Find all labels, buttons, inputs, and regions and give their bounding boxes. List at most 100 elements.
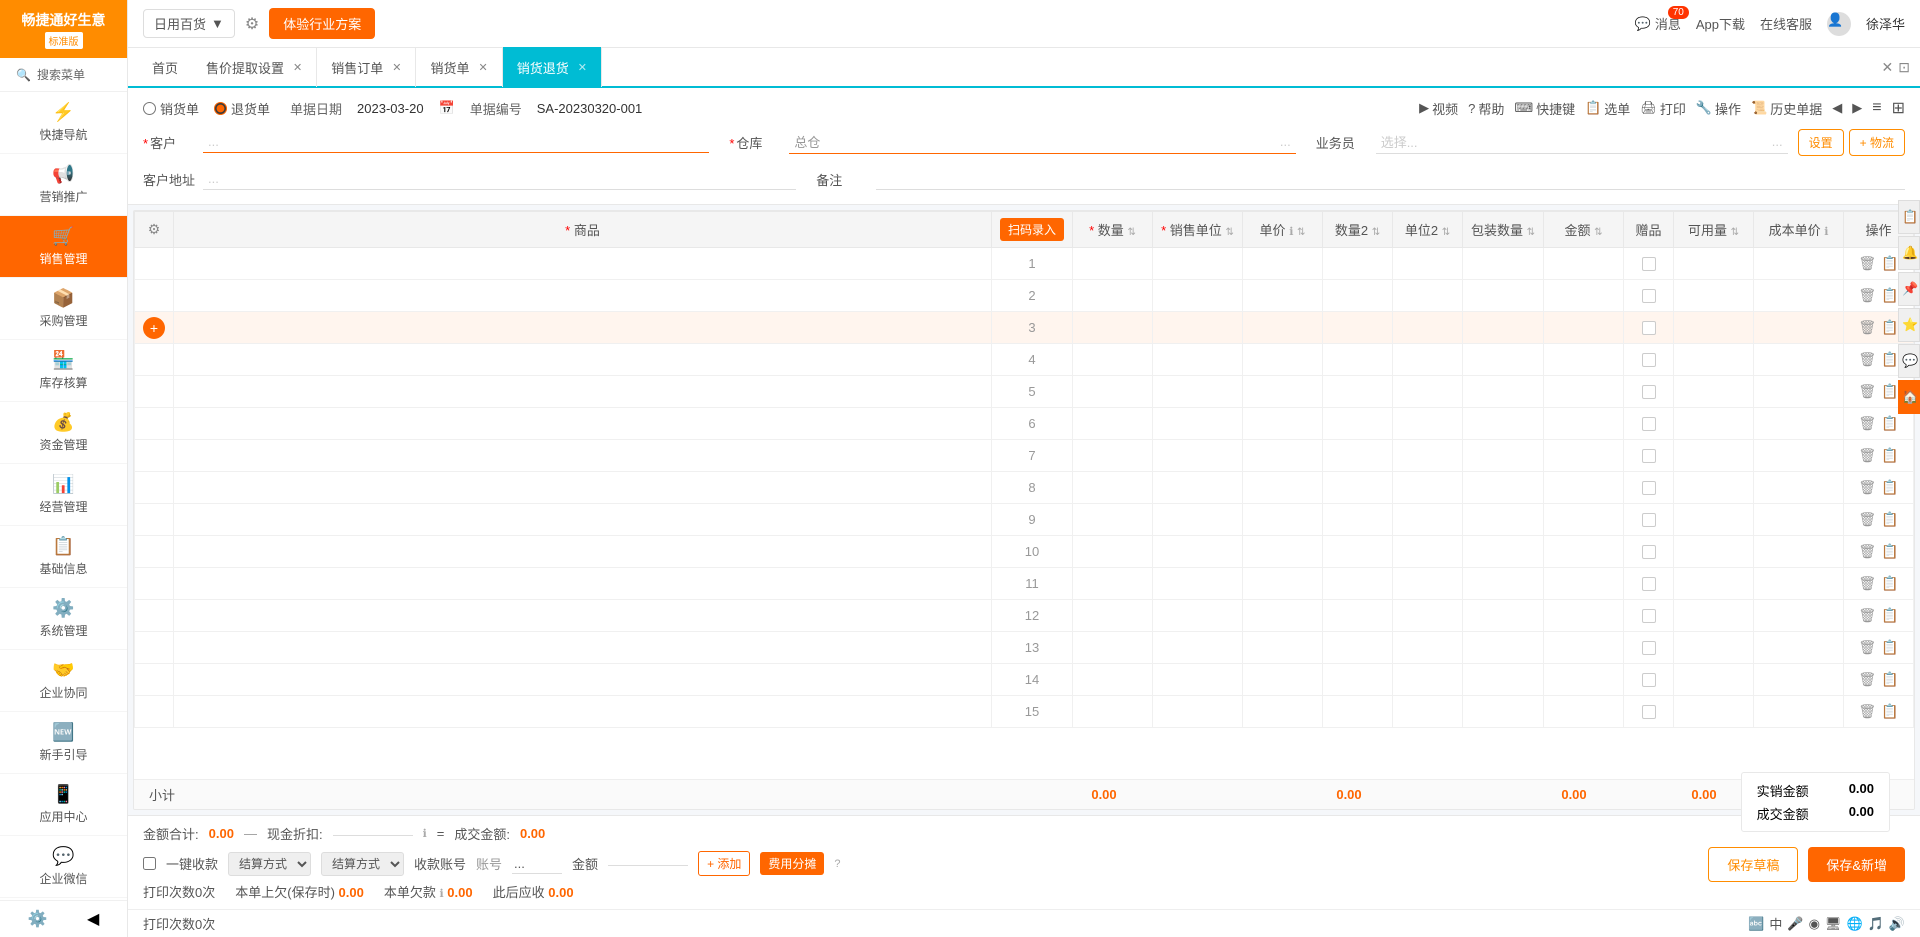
warehouse-input[interactable]: 总仓 ... [789,130,1295,154]
row-cell-packqty-15[interactable] [1462,696,1543,728]
row-cell-qty-11[interactable] [1072,568,1152,600]
row-cell-available-2[interactable] [1674,280,1754,312]
goods-input-2[interactable] [182,289,983,303]
row-cell-gift-10[interactable] [1624,536,1674,568]
row-cell-price-8[interactable] [1242,472,1322,504]
row-cell-unit2-7[interactable] [1392,440,1462,472]
sidebar-item-search[interactable]: 🔍 搜索菜单 [0,58,127,92]
gift-checkbox-4[interactable] [1642,353,1656,367]
row-cell-costprice-11[interactable] [1754,568,1844,600]
sidebar-item-app[interactable]: 📱 应用中心 [0,774,127,836]
row-cell-packqty-1[interactable] [1462,248,1543,280]
tab-sales-return[interactable]: 销货退货 ✕ [503,47,602,87]
gear-icon[interactable]: ⚙ [148,221,161,237]
row-cell-goods-2[interactable] [174,280,992,312]
row-cell-packqty-11[interactable] [1462,568,1543,600]
row-cell-price-11[interactable] [1242,568,1322,600]
radio-sales[interactable]: 销货单 [143,99,199,118]
unit2-sort-icon[interactable]: ⇅ [1442,227,1450,238]
right-panel-btn-2[interactable]: 🔔 [1898,236,1920,270]
video-action[interactable]: ▶ 视频 [1419,99,1458,118]
row-cell-amount-3[interactable] [1544,312,1624,344]
row-cell-goods-7[interactable] [174,440,992,472]
pack-sort-icon[interactable]: ⇅ [1527,227,1535,238]
copy-row-icon-15[interactable]: 📋 [1881,703,1898,720]
goods-input-10[interactable] [182,545,983,559]
staff-input[interactable]: 选择... ... [1376,130,1788,154]
row-cell-qty2-3[interactable] [1322,312,1392,344]
row-cell-unit2-10[interactable] [1392,536,1462,568]
sidebar-item-operation[interactable]: 📊 经营管理 [0,464,127,526]
row-cell-qty-13[interactable] [1072,632,1152,664]
discount-info-icon[interactable]: ℹ [423,827,427,840]
tab-price-setting[interactable]: 售价提取设置 ✕ [192,47,317,87]
row-cell-qty2-15[interactable] [1322,696,1392,728]
tab-sales-order[interactable]: 销售订单 ✕ [317,47,416,87]
print-action[interactable]: 🖨 打印 [1640,99,1686,118]
gift-checkbox-13[interactable] [1642,641,1656,655]
copy-row-icon-3[interactable]: 📋 [1881,319,1898,336]
sidebar-item-shortcut[interactable]: ⚡ 快捷导航 [0,92,127,154]
expense-split-button[interactable]: 费用分摊 [760,852,824,875]
goods-input-6[interactable] [182,417,983,431]
delete-row-icon-9[interactable]: 🗑 [1858,511,1876,528]
row-cell-salesunit-2[interactable] [1152,280,1242,312]
row-cell-qty-4[interactable] [1072,344,1152,376]
row-cell-available-7[interactable] [1674,440,1754,472]
row-cell-salesunit-14[interactable] [1152,664,1242,696]
row-cell-costprice-2[interactable] [1754,280,1844,312]
row-cell-costprice-15[interactable] [1754,696,1844,728]
row-cell-costprice-1[interactable] [1754,248,1844,280]
row-cell-qty2-5[interactable] [1322,376,1392,408]
row-cell-packqty-10[interactable] [1462,536,1543,568]
sidebar-item-guide[interactable]: 🆕 新手引导 [0,712,127,774]
delete-row-icon-7[interactable]: 🗑 [1858,447,1876,464]
calc-method-select[interactable]: 结算方式 [321,852,404,876]
copy-row-icon-4[interactable]: 📋 [1881,351,1898,368]
row-cell-available-6[interactable] [1674,408,1754,440]
row-cell-available-3[interactable] [1674,312,1754,344]
row-cell-packqty-9[interactable] [1462,504,1543,536]
row-cell-price-4[interactable] [1242,344,1322,376]
row-cell-qty-3[interactable] [1072,312,1152,344]
row-cell-unit2-11[interactable] [1392,568,1462,600]
row-cell-salesunit-5[interactable] [1152,376,1242,408]
row-cell-price-7[interactable] [1242,440,1322,472]
online-service-link[interactable]: 在线客服 [1760,14,1812,33]
maximize-window-icon[interactable]: ⊡ [1898,59,1910,76]
gift-checkbox-8[interactable] [1642,481,1656,495]
row-cell-gift-2[interactable] [1624,280,1674,312]
row-cell-qty-5[interactable] [1072,376,1152,408]
row-cell-costprice-13[interactable] [1754,632,1844,664]
row-cell-unit2-8[interactable] [1392,472,1462,504]
row-cell-goods-1[interactable] [174,248,992,280]
row-cell-amount-7[interactable] [1544,440,1624,472]
right-panel-btn-active[interactable]: 🏠 [1898,380,1920,414]
goods-input-8[interactable] [182,481,983,495]
row-cell-amount-13[interactable] [1544,632,1624,664]
row-cell-unit2-12[interactable] [1392,600,1462,632]
row-cell-salesunit-1[interactable] [1152,248,1242,280]
right-panel-btn-5[interactable]: 💬 [1898,344,1920,378]
price-setting-close-icon[interactable]: ✕ [293,61,302,74]
copy-row-icon-8[interactable]: 📋 [1881,479,1898,496]
row-cell-qty2-4[interactable] [1322,344,1392,376]
row-cell-gift-4[interactable] [1624,344,1674,376]
row-cell-qty2-12[interactable] [1322,600,1392,632]
cost-price-info-icon[interactable]: ℹ [1824,226,1828,238]
message-button[interactable]: 💬 消息 70 [1635,14,1681,33]
gift-checkbox-6[interactable] [1642,417,1656,431]
right-panel-btn-4[interactable]: ⭐ [1898,308,1920,342]
save-draft-button[interactable]: 保存草稿 [1708,847,1798,882]
address-input[interactable]: ... [203,168,796,190]
delete-row-icon-2[interactable]: 🗑 [1858,287,1876,304]
discount-input[interactable] [333,831,413,836]
row-cell-price-6[interactable] [1242,408,1322,440]
sidebar-item-finance[interactable]: 💰 资金管理 [0,402,127,464]
help-action[interactable]: ? 帮助 [1468,99,1504,118]
unit-sort-icon[interactable]: ⇅ [1225,227,1233,238]
row-cell-available-1[interactable] [1674,248,1754,280]
row-cell-qty-12[interactable] [1072,600,1152,632]
gift-checkbox-9[interactable] [1642,513,1656,527]
row-cell-goods-5[interactable] [174,376,992,408]
